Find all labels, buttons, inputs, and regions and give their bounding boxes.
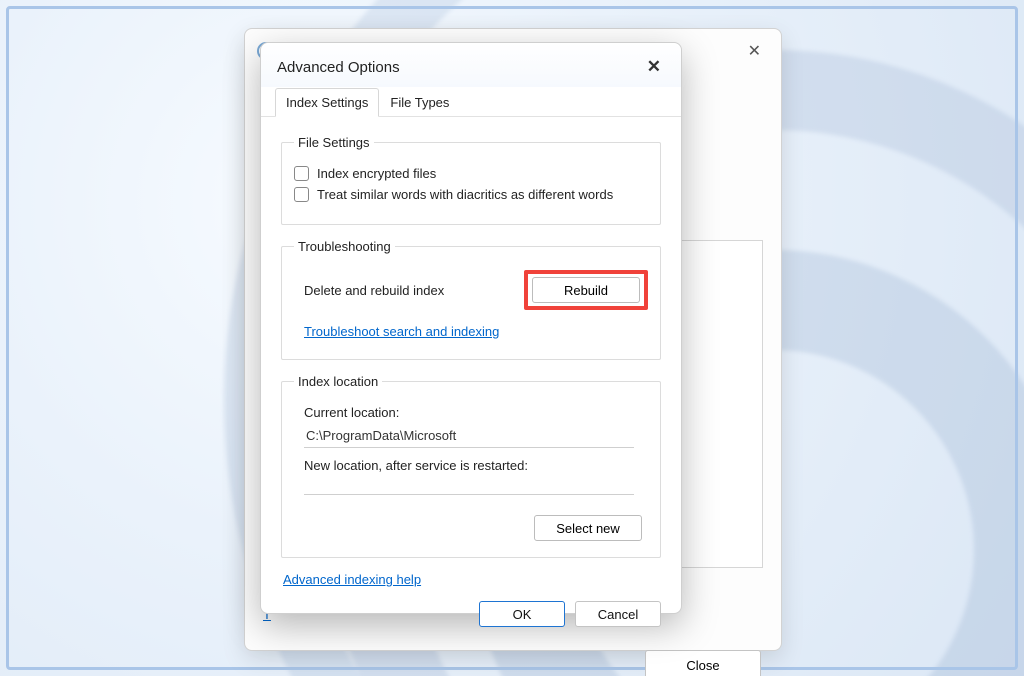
troubleshooting-legend: Troubleshooting bbox=[294, 239, 395, 254]
encrypted-label: Index encrypted files bbox=[317, 166, 436, 181]
cancel-button[interactable]: Cancel bbox=[575, 601, 661, 627]
new-location-path bbox=[304, 477, 634, 495]
current-location-label: Current location: bbox=[304, 405, 648, 420]
dialog-title: Advanced Options bbox=[277, 59, 400, 76]
troubleshooting-group: Troubleshooting Delete and rebuild index… bbox=[281, 239, 661, 360]
checkbox-encrypted[interactable] bbox=[294, 166, 309, 181]
select-new-button[interactable]: Select new bbox=[534, 515, 642, 541]
dialog-footer: OK Cancel bbox=[261, 587, 681, 643]
current-location-path: C:\ProgramData\Microsoft bbox=[304, 424, 634, 448]
tab-index-settings[interactable]: Index Settings bbox=[275, 88, 379, 117]
rebuild-highlight: Rebuild bbox=[524, 270, 648, 310]
index-location-group: Index location Current location: C:\Prog… bbox=[281, 374, 661, 558]
rebuild-label: Delete and rebuild index bbox=[304, 283, 444, 298]
close-button[interactable]: Close bbox=[645, 650, 761, 676]
advanced-options-dialog: Advanced Options ✕ Index Settings File T… bbox=[260, 42, 682, 614]
advanced-help-link[interactable]: Advanced indexing help bbox=[283, 572, 421, 587]
file-settings-legend: File Settings bbox=[294, 135, 374, 150]
troubleshoot-link[interactable]: Troubleshoot search and indexing bbox=[304, 324, 499, 339]
rebuild-button[interactable]: Rebuild bbox=[532, 277, 640, 303]
tab-strip: Index Settings File Types bbox=[261, 87, 681, 117]
index-location-legend: Index location bbox=[294, 374, 382, 389]
close-icon[interactable]: ✕ bbox=[740, 37, 769, 65]
checkbox-diacritics[interactable] bbox=[294, 187, 309, 202]
close-icon[interactable]: ✕ bbox=[641, 55, 667, 79]
new-location-label: New location, after service is restarted… bbox=[304, 458, 648, 473]
file-settings-group: File Settings Index encrypted files Trea… bbox=[281, 135, 661, 225]
diacritics-label: Treat similar words with diacritics as d… bbox=[317, 187, 613, 202]
front-titlebar: Advanced Options ✕ bbox=[261, 43, 681, 87]
ok-button[interactable]: OK bbox=[479, 601, 565, 627]
tab-file-types[interactable]: File Types bbox=[379, 88, 460, 117]
